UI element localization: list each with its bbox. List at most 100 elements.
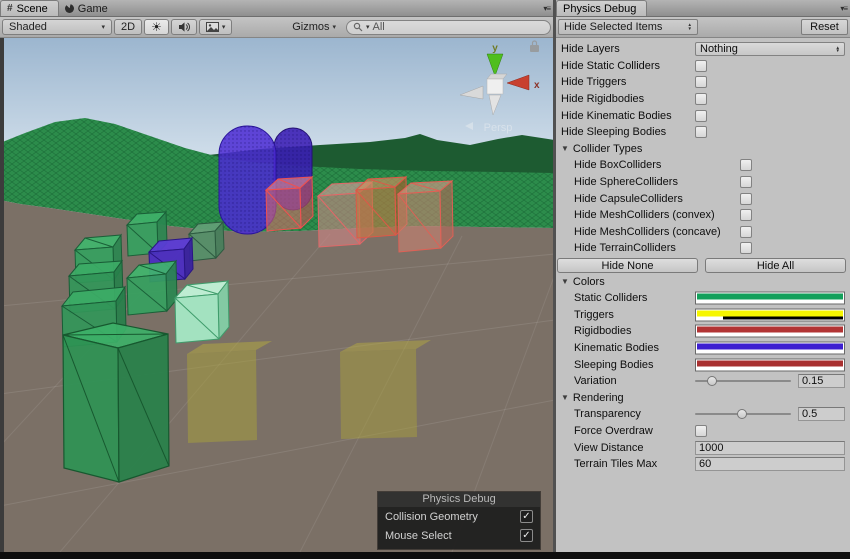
hide-terraincolliders-label: Hide TerrainColliders xyxy=(574,242,676,254)
gizmo-cube[interactable] xyxy=(487,79,503,94)
hide-selected-items-dropdown[interactable]: Hide Selected Items ▲▼ xyxy=(558,19,698,35)
hide-capsulecolliders-label: Hide CapsuleColliders xyxy=(574,193,683,205)
scene-pane: # Scene Game ▾≡ Shaded ▾ 2D ☀ xyxy=(0,0,553,552)
hide-boxcolliders-label: Hide BoxColliders xyxy=(574,159,661,171)
hide-static-colliders-label: Hide Static Colliders xyxy=(561,60,660,72)
hide-rigidbodies-checkbox[interactable] xyxy=(695,93,707,105)
terrain-tiles-max-field[interactable]: 60 xyxy=(695,457,845,471)
collision-geometry-checkbox[interactable]: ✓ xyxy=(520,510,533,523)
kinematic-bodies-color-field[interactable] xyxy=(695,341,845,354)
view-distance-label: View Distance xyxy=(574,442,644,454)
physics-debug-settings: Hide Layers Nothing ▲▼ Hide Static Colli… xyxy=(556,38,850,472)
window-bottom-edge xyxy=(0,552,850,559)
sleeping-bodies-color-label: Sleeping Bodies xyxy=(574,359,654,371)
lock-icon[interactable] xyxy=(530,45,539,52)
tab-game[interactable]: Game xyxy=(59,1,118,16)
speaker-icon xyxy=(178,21,190,33)
hide-static-colliders-checkbox[interactable] xyxy=(695,60,707,72)
overlay-row: Collision Geometry ✓ xyxy=(378,507,540,526)
hide-kinematic-bodies-checkbox[interactable] xyxy=(695,110,707,122)
hide-none-button[interactable]: Hide None xyxy=(557,258,698,273)
physics-debug-toolbar: Hide Selected Items ▲▼ Reset xyxy=(556,17,850,38)
mouse-select-checkbox[interactable]: ✓ xyxy=(520,529,533,542)
search-value: All xyxy=(373,21,385,33)
hide-layers-label: Hide Layers xyxy=(561,43,620,55)
effects-dropdown-button[interactable]: ▾ xyxy=(199,19,233,35)
hide-meshcolliders-convex-label: Hide MeshColliders (convex) xyxy=(574,209,715,221)
hide-boxcolliders-checkbox[interactable] xyxy=(740,159,752,171)
overlay-row: Mouse Select ✓ xyxy=(378,526,540,545)
popup-icon: ▲▼ xyxy=(688,23,692,30)
static-colliders-color-label: Static Colliders xyxy=(574,292,647,304)
transparency-label: Transparency xyxy=(574,408,641,420)
overlay-title: Physics Debug xyxy=(378,492,540,507)
hide-spherecolliders-label: Hide SphereColliders xyxy=(574,176,678,188)
game-icon xyxy=(65,4,74,13)
view-distance-field[interactable]: 1000 xyxy=(695,441,845,455)
tab-scene[interactable]: # Scene xyxy=(0,0,59,16)
lighting-toggle-button[interactable]: ☀ xyxy=(144,19,169,35)
hide-sleeping-bodies-checkbox[interactable] xyxy=(695,126,707,138)
terrain-tiles-max-label: Terrain Tiles Max xyxy=(574,458,657,470)
shading-mode-dropdown[interactable]: Shaded ▾ xyxy=(2,19,112,35)
rendering-foldout[interactable]: ▼ Rendering xyxy=(556,389,850,406)
hide-triggers-checkbox[interactable] xyxy=(695,76,707,88)
scene-svg: y x Persp xyxy=(0,38,553,552)
colors-foldout[interactable]: ▼ Colors xyxy=(556,273,850,290)
reset-button[interactable]: Reset xyxy=(801,19,848,35)
triggers-color-field[interactable] xyxy=(695,308,845,321)
triggers-color-label: Triggers xyxy=(574,309,614,321)
transparency-slider[interactable] xyxy=(695,406,791,422)
gizmo-y-label: y xyxy=(492,43,498,54)
2d-toggle-button[interactable]: 2D xyxy=(114,19,142,35)
static-colliders-color-field[interactable] xyxy=(695,292,845,305)
pane-menu-icon[interactable]: ▾≡ xyxy=(543,4,550,13)
hide-kinematic-bodies-label: Hide Kinematic Bodies xyxy=(561,110,672,122)
scene-tabbar: # Scene Game ▾≡ xyxy=(0,0,553,17)
search-icon xyxy=(353,22,363,32)
scene-search-field[interactable]: ▾ All xyxy=(346,20,551,35)
chevron-down-icon: ▾ xyxy=(366,23,370,31)
variation-label: Variation xyxy=(574,375,617,387)
hide-capsulecolliders-checkbox[interactable] xyxy=(740,193,752,205)
hide-layers-dropdown[interactable]: Nothing ▲▼ xyxy=(695,42,845,56)
gizmos-dropdown[interactable]: Gizmos ▾ xyxy=(286,19,342,35)
audio-toggle-button[interactable] xyxy=(171,19,197,35)
hide-triggers-label: Hide Triggers xyxy=(561,76,626,88)
force-overdraw-label: Force Overdraw xyxy=(574,425,653,437)
rigidbodies-color-label: Rigidbodies xyxy=(574,325,631,337)
chevron-down-icon: ▾ xyxy=(332,23,336,31)
hide-rigidbodies-label: Hide Rigidbodies xyxy=(561,93,644,105)
variation-value-field[interactable]: 0.15 xyxy=(798,374,845,388)
hide-meshcolliders-concave-checkbox[interactable] xyxy=(740,226,752,238)
hide-sleeping-bodies-label: Hide Sleeping Bodies xyxy=(561,126,666,138)
sleeping-bodies-color-field[interactable] xyxy=(695,358,845,371)
hide-all-button[interactable]: Hide All xyxy=(705,258,846,273)
hide-meshcolliders-convex-checkbox[interactable] xyxy=(740,209,752,221)
tab-game-label: Game xyxy=(78,3,108,15)
persp-label: Persp xyxy=(484,122,513,134)
physics-debug-overlay: Physics Debug Collision Geometry ✓ Mouse… xyxy=(378,492,540,549)
mouse-select-label: Mouse Select xyxy=(385,530,452,542)
gizmo-x-label: x xyxy=(534,80,540,91)
transparency-value-field[interactable]: 0.5 xyxy=(798,407,845,421)
chevron-down-icon: ▾ xyxy=(222,23,226,31)
pane-menu-icon[interactable]: ▾≡ xyxy=(840,4,847,13)
physics-debug-pane: Physics Debug ▾≡ Hide Selected Items ▲▼ … xyxy=(556,0,850,552)
hide-terraincolliders-checkbox[interactable] xyxy=(740,242,752,254)
unity-editor-window: # Scene Game ▾≡ Shaded ▾ 2D ☀ xyxy=(0,0,850,559)
sun-icon: ☀ xyxy=(151,22,162,32)
force-overdraw-checkbox[interactable] xyxy=(695,425,707,437)
image-icon xyxy=(206,22,219,32)
viewport-left-edge xyxy=(0,38,4,552)
variation-slider[interactable] xyxy=(695,373,791,389)
scene-viewport[interactable]: y x Persp Physics Debug Collision Geometry… xyxy=(0,38,553,552)
kinematic-bodies-color-label: Kinematic Bodies xyxy=(574,342,659,354)
collider-types-foldout[interactable]: ▼ Collider Types xyxy=(556,141,850,158)
hide-spherecolliders-checkbox[interactable] xyxy=(740,176,752,188)
hide-layers-row: Hide Layers Nothing ▲▼ xyxy=(556,41,850,58)
rigidbodies-color-field[interactable] xyxy=(695,325,845,338)
tab-physics-debug[interactable]: Physics Debug xyxy=(556,0,647,16)
chevron-down-icon: ▾ xyxy=(101,23,105,31)
foldout-arrow-icon: ▼ xyxy=(561,144,569,153)
